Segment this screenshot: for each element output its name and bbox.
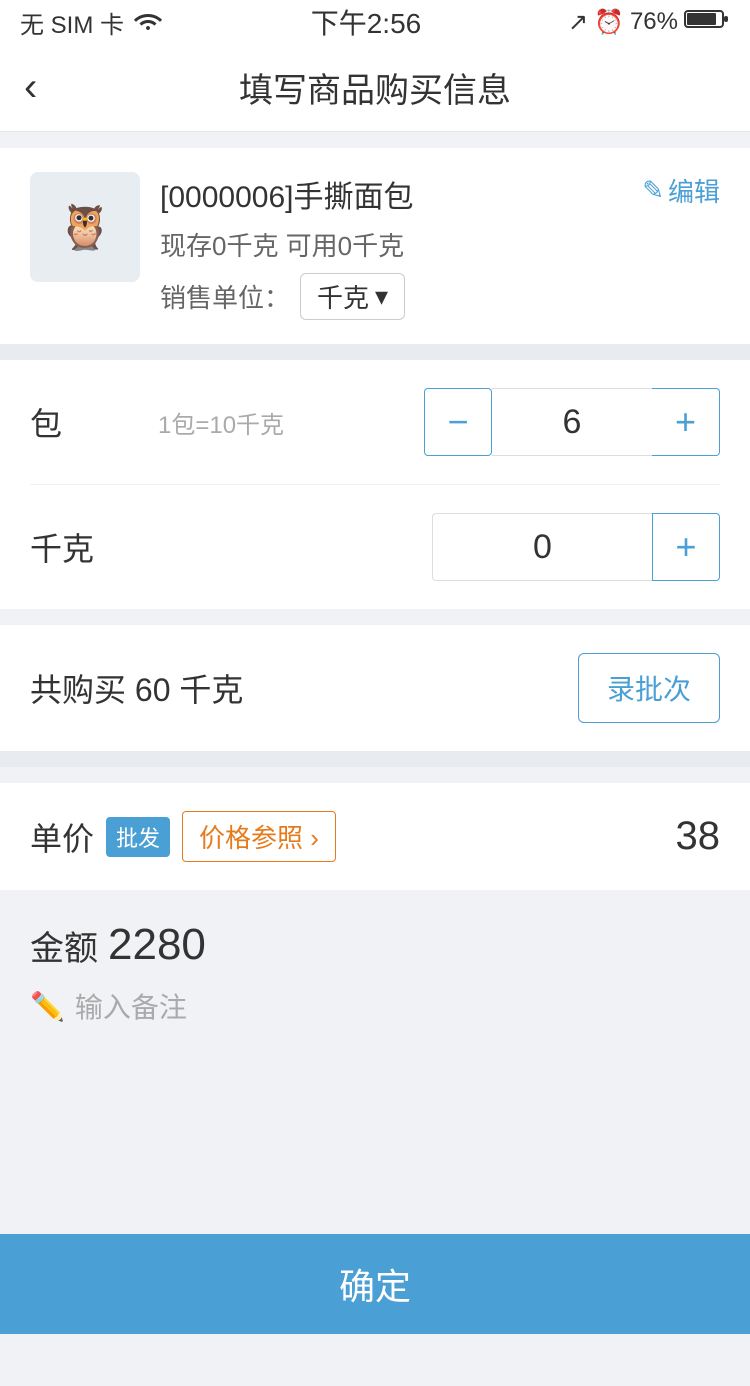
confirm-button[interactable]: 确定: [0, 1234, 750, 1334]
qianke-row: 千克 +: [30, 485, 720, 609]
product-info: [0000006]手撕面包 现存0千克 可用0千克 销售单位： 千克 ▾: [160, 172, 620, 320]
section-divider-2: [0, 751, 750, 767]
alarm-icon: ⏰: [594, 8, 624, 37]
qianke-stepper: +: [432, 513, 720, 581]
battery-icon: [684, 8, 730, 37]
nav-bar: ‹ 填写商品购买信息: [0, 44, 750, 132]
status-right: ↗ ⏰ 76%: [568, 8, 730, 37]
price-value: 38: [676, 814, 721, 859]
product-stock: 现存0千克 可用0千克: [160, 226, 620, 263]
pencil-icon: ✏️: [30, 990, 65, 1023]
price-ref-button[interactable]: 价格参照 ›: [182, 811, 336, 862]
product-card: 🦉 [0000006]手撕面包 现存0千克 可用0千克 销售单位： 千克 ▾ ✎…: [0, 148, 750, 344]
status-bar: 无 SIM 卡 下午2:56 ↗ ⏰ 76%: [0, 0, 750, 44]
empty-area: [0, 1046, 750, 1386]
batch-button[interactable]: 录批次: [578, 653, 720, 723]
battery-level: 76%: [630, 8, 678, 36]
product-name: [0000006]手撕面包: [160, 172, 620, 216]
back-button[interactable]: ‹: [24, 65, 37, 110]
total-unit: 千克: [179, 672, 243, 708]
total-prefix: 共购买: [30, 672, 126, 708]
product-image: 🦉: [30, 172, 140, 282]
total-text: 共购买 60 千克: [30, 665, 243, 711]
chevron-down-icon: ▾: [375, 281, 388, 312]
total-section: 共购买 60 千克 录批次: [0, 625, 750, 751]
status-time: 下午2:56: [311, 2, 422, 42]
product-unit-row: 销售单位： 千克 ▾: [160, 273, 620, 320]
confirm-label: 确定: [339, 1258, 411, 1310]
bao-row: 包 1包=10千克 − +: [30, 360, 720, 485]
page-title: 填写商品购买信息: [239, 63, 511, 112]
location-icon: ↗: [568, 8, 588, 37]
remark-placeholder: 输入备注: [75, 986, 187, 1026]
unit-label: 销售单位：: [160, 278, 290, 315]
bao-stepper: − +: [424, 388, 720, 456]
unit-selector[interactable]: 千克 ▾: [300, 273, 405, 320]
total-amount: 60: [135, 672, 171, 708]
qianke-increment-button[interactable]: +: [652, 513, 720, 581]
price-tag-pifa: 批发: [106, 817, 170, 857]
price-label: 单价: [30, 814, 94, 860]
section-divider-1: [0, 344, 750, 360]
unit-value: 千克: [317, 278, 369, 315]
edit-label: 编辑: [668, 172, 720, 209]
input-section: 包 1包=10千克 − + 千克 +: [0, 360, 750, 609]
qianke-label: 千克: [30, 524, 150, 570]
bao-label: 包: [30, 399, 150, 445]
bao-sublabel: 1包=10千克: [158, 405, 284, 440]
product-card-right: ✎ 编辑: [640, 172, 720, 209]
price-left: 单价 批发 价格参照 ›: [30, 811, 336, 862]
price-section: 单价 批发 价格参照 › 38: [0, 783, 750, 890]
sim-status: 无 SIM 卡: [20, 5, 124, 40]
amount-row: 金额 2280: [30, 920, 720, 970]
bao-increment-button[interactable]: +: [652, 388, 720, 456]
edit-button[interactable]: ✎ 编辑: [642, 172, 720, 209]
bao-decrement-button[interactable]: −: [424, 388, 492, 456]
wifi-icon: [132, 8, 164, 37]
amount-value: 2280: [108, 920, 206, 970]
amount-label: 金额: [30, 921, 98, 970]
status-left: 无 SIM 卡: [20, 5, 164, 40]
bao-input[interactable]: [492, 388, 652, 456]
edit-icon: ✎: [642, 175, 664, 206]
remark-row[interactable]: ✏️ 输入备注: [30, 986, 720, 1046]
qianke-input[interactable]: [432, 513, 652, 581]
amount-section: 金额 2280 ✏️ 输入备注: [0, 890, 750, 1046]
product-logo-icon: 🦉: [58, 201, 113, 253]
